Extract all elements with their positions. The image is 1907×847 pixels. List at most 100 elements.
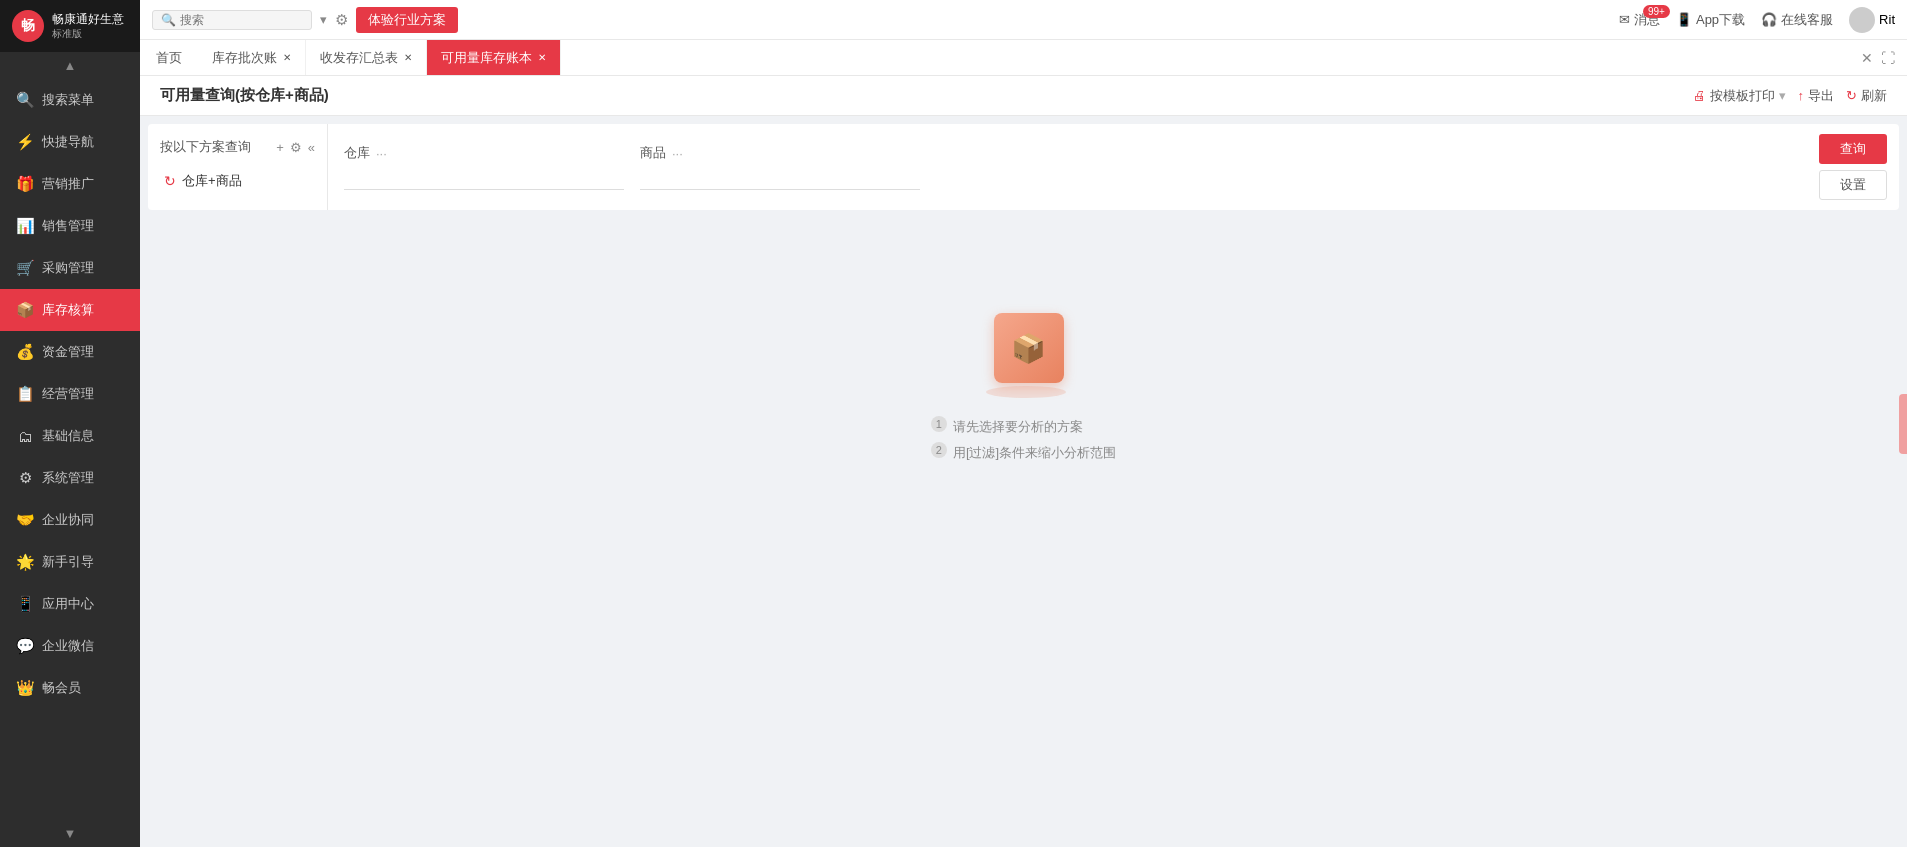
product-filter-field: 商品 ···	[640, 144, 920, 190]
scheme-collapse-button[interactable]: «	[308, 140, 315, 155]
dropdown-arrow-icon[interactable]: ▾	[320, 12, 327, 27]
tip-number-2: 2	[931, 442, 947, 458]
mobile-icon: 📱	[1676, 12, 1692, 27]
query-button[interactable]: 查询	[1819, 134, 1887, 164]
scheme-settings-button[interactable]: ⚙	[290, 140, 302, 155]
refresh-icon: ↻	[1846, 88, 1857, 103]
filter-action-buttons: 查询 设置	[1807, 124, 1899, 210]
empty-state: 📦 1 请先选择要分析的方案 2 用[过滤]条件来缩小分析范围	[140, 218, 1907, 546]
sidebar-item-quicknav[interactable]: ⚡ 快捷导航	[0, 121, 140, 163]
add-scheme-button[interactable]: +	[276, 140, 284, 155]
empty-illustration: 📦	[964, 298, 1084, 398]
warehouse-filter-field: 仓库 ···	[344, 144, 624, 190]
tab-home[interactable]: 首页	[140, 40, 198, 75]
sidebar-item-search[interactable]: 🔍 搜索菜单	[0, 79, 140, 121]
user-menu[interactable]: Rit	[1849, 7, 1895, 33]
apps-icon: 📱	[16, 595, 34, 613]
print-dropdown-icon[interactable]: ▾	[1779, 88, 1786, 103]
sidebar-item-member[interactable]: 👑 畅会员	[0, 667, 140, 709]
basic-icon: 🗂	[16, 428, 34, 445]
sidebar-item-finance[interactable]: 💰 资金管理	[0, 331, 140, 373]
app-name: 畅康通好生意	[52, 11, 124, 28]
sidebar-item-apps[interactable]: 📱 应用中心	[0, 583, 140, 625]
tab-batch-close[interactable]: ✕	[283, 52, 291, 63]
empty-tip-2: 2 用[过滤]条件来缩小分析范围	[931, 440, 1116, 466]
scheme-icon: ↻	[164, 173, 176, 189]
app-download-button[interactable]: 📱 App下载	[1676, 11, 1745, 29]
warehouse-label: 仓库 ···	[344, 144, 624, 162]
guide-icon: 🌟	[16, 553, 34, 571]
inventory-icon: 📦	[16, 301, 34, 319]
empty-shadow	[986, 386, 1066, 398]
product-input[interactable]	[640, 166, 920, 190]
sidebar-scroll-down[interactable]: ▼	[0, 820, 140, 847]
wechat-icon: 💬	[16, 637, 34, 655]
trial-button[interactable]: 体验行业方案	[356, 7, 458, 33]
settings-icon[interactable]: ⚙	[335, 11, 348, 29]
tab-bar: 首页 库存批次账 ✕ 收发存汇总表 ✕ 可用量库存账本 ✕ ✕ ⛶	[140, 40, 1907, 76]
right-scroll-indicator[interactable]	[1899, 394, 1907, 454]
scheme-item-warehouse-product[interactable]: ↻ 仓库+商品	[148, 164, 327, 198]
message-badge: 99+	[1643, 5, 1670, 18]
purchase-icon: 🛒	[16, 259, 34, 277]
scheme-actions: + ⚙ «	[276, 140, 315, 155]
sidebar-item-sales[interactable]: 📊 销售管理	[0, 205, 140, 247]
export-button[interactable]: ↑ 导出	[1798, 87, 1835, 105]
tab-window-controls: ✕ ⛶	[1849, 40, 1907, 75]
message-button[interactable]: ✉ 消息 99+	[1619, 11, 1660, 29]
tab-summary-close[interactable]: ✕	[404, 52, 412, 63]
sidebar-item-marketing[interactable]: 🎁 营销推广	[0, 163, 140, 205]
warehouse-input[interactable]	[344, 166, 624, 190]
sidebar-item-purchase[interactable]: 🛒 采购管理	[0, 247, 140, 289]
sidebar-item-operation[interactable]: 📋 经营管理	[0, 373, 140, 415]
print-icon: 🖨	[1693, 88, 1706, 103]
tab-summary[interactable]: 收发存汇总表 ✕	[306, 40, 427, 75]
headset-icon: 🎧	[1761, 12, 1777, 27]
search-icon: 🔍	[161, 13, 176, 27]
search-box[interactable]: 🔍	[152, 10, 312, 30]
message-icon: ✉	[1619, 12, 1630, 27]
filter-conditions: 仓库 ··· 商品 ···	[328, 124, 1807, 210]
page-header-actions: 🖨 按模板打印 ▾ ↑ 导出 ↻ 刷新	[1693, 87, 1888, 105]
print-button[interactable]: 🖨 按模板打印 ▾	[1693, 87, 1786, 105]
warehouse-more-options[interactable]: ···	[376, 146, 387, 161]
sidebar-item-system[interactable]: ⚙ 系统管理	[0, 457, 140, 499]
topbar-right: ✉ 消息 99+ 📱 App下载 🎧 在线客服 Rit	[1619, 7, 1895, 33]
operation-icon: 📋	[16, 385, 34, 403]
member-icon: 👑	[16, 679, 34, 697]
search-input[interactable]	[180, 13, 280, 27]
app-version: 标准版	[52, 27, 124, 41]
refresh-button[interactable]: ↻ 刷新	[1846, 87, 1887, 105]
sidebar-item-wechat[interactable]: 💬 企业微信	[0, 625, 140, 667]
sidebar: 畅 畅康通好生意 标准版 ▲ 🔍 搜索菜单 ⚡ 快捷导航 🎁 营销推广 📊 销售…	[0, 0, 140, 847]
filter-panel: 按以下方案查询 + ⚙ « ↻ 仓库+商品 仓库 ···	[148, 124, 1899, 210]
sidebar-item-enterprise[interactable]: 🤝 企业协同	[0, 499, 140, 541]
topbar: 🔍 ▾ ⚙ 体验行业方案 ✉ 消息 99+ 📱 App下载 🎧 在线客服 Rit	[140, 0, 1907, 40]
settings-button[interactable]: 设置	[1819, 170, 1887, 200]
online-service-button[interactable]: 🎧 在线客服	[1761, 11, 1833, 29]
app-logo: 畅	[12, 10, 44, 42]
finance-icon: 💰	[16, 343, 34, 361]
search-icon: 🔍	[16, 91, 34, 109]
sidebar-item-basic[interactable]: 🗂 基础信息	[0, 415, 140, 457]
marketing-icon: 🎁	[16, 175, 34, 193]
sales-icon: 📊	[16, 217, 34, 235]
expand-icon[interactable]: ⛶	[1881, 50, 1895, 66]
empty-box-icon: 📦	[994, 313, 1064, 383]
tab-batch[interactable]: 库存批次账 ✕	[198, 40, 306, 75]
empty-tip-1: 1 请先选择要分析的方案	[931, 414, 1116, 440]
export-icon: ↑	[1798, 88, 1805, 103]
sidebar-scroll-up[interactable]: ▲	[0, 52, 140, 79]
page-content: 可用量查询(按仓库+商品) 🖨 按模板打印 ▾ ↑ 导出 ↻ 刷新	[140, 76, 1907, 847]
sidebar-item-inventory[interactable]: 📦 库存核算	[0, 289, 140, 331]
sidebar-item-guide[interactable]: 🌟 新手引导	[0, 541, 140, 583]
avatar	[1849, 7, 1875, 33]
product-more-options[interactable]: ···	[672, 146, 683, 161]
tab-available[interactable]: 可用量库存账本 ✕	[427, 40, 561, 75]
filter-scheme-header: 按以下方案查询 + ⚙ «	[148, 134, 327, 164]
filter-scheme-panel: 按以下方案查询 + ⚙ « ↻ 仓库+商品	[148, 124, 328, 210]
tab-available-close[interactable]: ✕	[538, 52, 546, 63]
main-area: 🔍 ▾ ⚙ 体验行业方案 ✉ 消息 99+ 📱 App下载 🎧 在线客服 Rit	[140, 0, 1907, 847]
close-window-icon[interactable]: ✕	[1861, 50, 1873, 66]
page-header: 可用量查询(按仓库+商品) 🖨 按模板打印 ▾ ↑ 导出 ↻ 刷新	[140, 76, 1907, 116]
